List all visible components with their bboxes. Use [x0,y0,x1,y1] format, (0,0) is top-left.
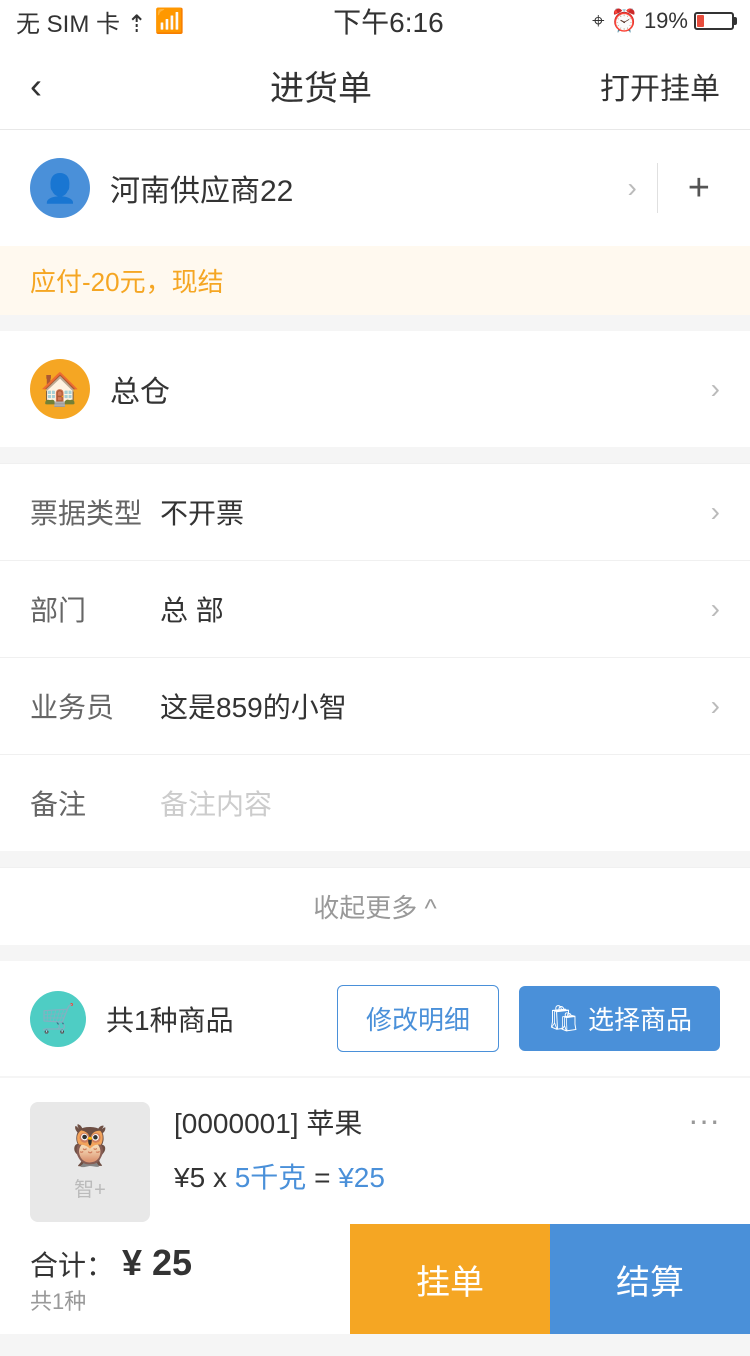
warehouse-section: 🏠 总仓 › [0,331,750,447]
supplier-row[interactable]: 👤 河南供应商22 › + [0,130,750,246]
product-price: ¥5 x 5千克 = ¥25 [174,1156,664,1196]
invoice-row[interactable]: 票据类型 不开票 › [0,463,750,560]
open-hang-button[interactable]: 打开挂单 [600,64,720,108]
salesperson-chevron-icon: › [711,690,720,722]
edit-detail-button[interactable]: 修改明细 [337,985,499,1052]
collapse-button[interactable]: 收起更多 ^ [0,867,750,945]
department-value: 总 部 [160,589,711,629]
nav-bar: ‹ 进货单 打开挂单 [0,42,750,130]
supplier-name: 河南供应商22 [110,166,627,210]
price-times: x [213,1162,235,1193]
product-title: 苹果 [306,1108,362,1139]
product-more-button[interactable]: ··· [688,1102,720,1139]
product-count: 共1种商品 [106,999,317,1039]
status-time: 下午6:16 [333,1,444,41]
total-sub: 共1种 [30,1284,320,1316]
hang-button[interactable]: 挂单 [350,1224,550,1334]
product-name: [0000001] 苹果 [174,1102,664,1142]
quantity: 5千克 [235,1162,307,1193]
supplier-section: 👤 河南供应商22 › + 应付-20元，现结 [0,130,750,315]
status-bar: 无 SIM 卡 ⇡ 📶 下午6:16 ⌖ ⏰ 19% [0,0,750,42]
form-section: 票据类型 不开票 › 部门 总 部 › 业务员 这是859的小智 › 备注 备注… [0,463,750,851]
invoice-value: 不开票 [160,492,711,532]
page-title: 进货单 [270,61,372,110]
warehouse-row[interactable]: 🏠 总仓 › [0,331,750,447]
product-id: [0000001] [174,1108,299,1139]
location-icon: ⌖ [592,8,604,34]
product-item: 🦉 智+ [0000001] 苹果 ¥5 x 5千克 = ¥25 ··· [0,1078,750,1246]
status-right: ⌖ ⏰ 19% [592,8,734,34]
salesperson-value: 这是859的小智 [160,686,711,726]
avatar-icon: 👤 [43,172,78,205]
department-chevron-icon: › [711,593,720,625]
add-product-icon: 🛍 [547,1003,580,1034]
owl-icon: 🦉 [65,1122,115,1169]
product-thumbnail: 🦉 智+ [30,1102,150,1222]
total-amount: ¥ 25 [122,1242,192,1284]
department-row[interactable]: 部门 总 部 › [0,560,750,657]
select-product-label: 选择商品 [588,1000,692,1037]
total-section: 合计： ¥ 25 共1种 [0,1224,350,1334]
status-left: 无 SIM 卡 ⇡ 📶 [16,4,185,39]
product-icon: 🛒 [30,991,86,1047]
battery-icon [694,12,734,30]
remark-row[interactable]: 备注 备注内容 [0,754,750,851]
warehouse-chevron-icon: › [711,373,720,405]
battery-percentage: 19% [644,8,688,34]
total-main: 合计： ¥ 25 [30,1242,320,1284]
invoice-label: 票据类型 [30,492,150,532]
remark-label: 备注 [30,783,150,823]
invoice-chevron-icon: › [711,496,720,528]
warehouse-name: 总仓 [110,367,711,411]
select-product-button[interactable]: 🛍 选择商品 [519,986,720,1051]
bottom-bar: 合计： ¥ 25 共1种 挂单 结算 [0,1224,750,1334]
unit-price: ¥5 [174,1162,205,1193]
product-thumb-inner: 🦉 智+ [65,1122,115,1202]
collapse-label: 收起更多 ^ [313,888,436,925]
department-label: 部门 [30,589,150,629]
alarm-icon: ⏰ [611,8,638,34]
remark-input[interactable]: 备注内容 [160,783,720,823]
salesperson-row[interactable]: 业务员 这是859的小智 › [0,657,750,754]
total-label: 合计： [30,1244,114,1284]
wifi-icon: 📶 [155,7,185,36]
equals-sign: = [314,1162,338,1193]
back-button[interactable]: ‹ [30,65,42,107]
supplier-add-button[interactable]: + [678,167,720,210]
total-price: ¥25 [338,1162,385,1193]
product-info: [0000001] 苹果 ¥5 x 5千克 = ¥25 [174,1102,664,1196]
supplier-chevron-icon: › [627,172,636,204]
brand-label: 智+ [74,1173,106,1202]
cart-icon: 🛒 [41,1002,76,1035]
warehouse-icon: 🏠 [30,359,90,419]
supplier-separator [657,163,658,213]
supplier-notice: 应付-20元，现结 [0,246,750,315]
product-header: 🛒 共1种商品 修改明细 🛍 选择商品 [0,961,750,1076]
sim-status: 无 SIM 卡 ⇡ [16,4,147,39]
salesperson-label: 业务员 [30,686,150,726]
supplier-avatar: 👤 [30,158,90,218]
checkout-button[interactable]: 结算 [550,1224,750,1334]
